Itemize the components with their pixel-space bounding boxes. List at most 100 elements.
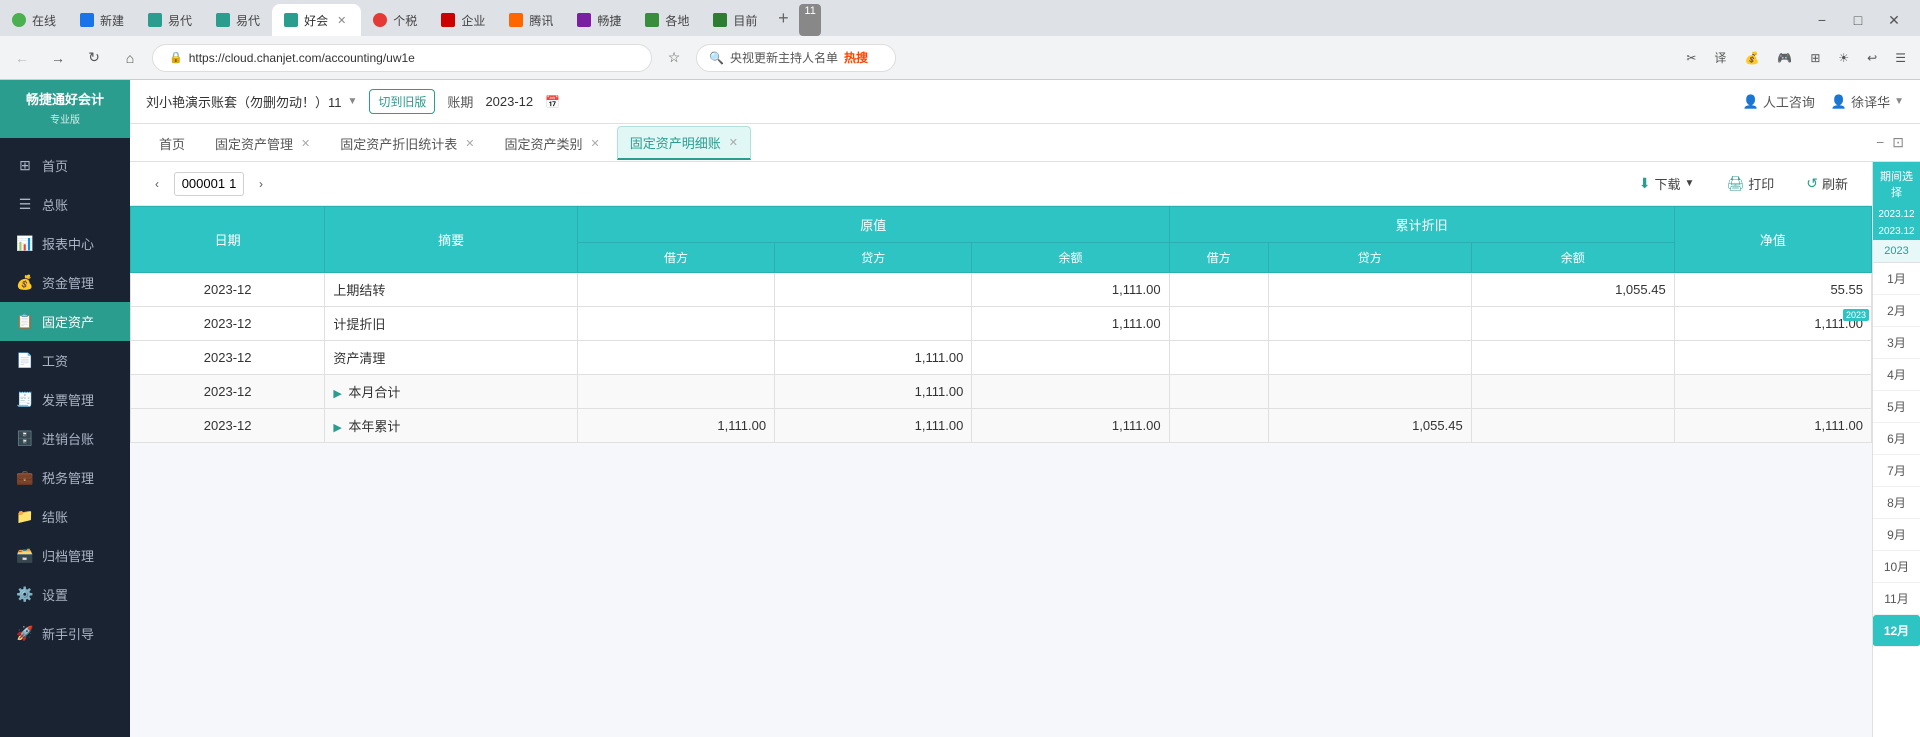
tab-close-icon[interactable]: ✕ bbox=[591, 137, 600, 150]
sidebar-item-ledger[interactable]: ☰ 总账 bbox=[0, 185, 130, 224]
period-month-12[interactable]: 12月 bbox=[1873, 615, 1920, 647]
brightness-toolbar-btn[interactable]: ☀ bbox=[1832, 49, 1855, 67]
bookmark-button[interactable]: ☆ bbox=[660, 44, 688, 72]
period-value: 2023-12 bbox=[485, 94, 533, 109]
user-button[interactable]: 👤 徐译华 ▼ bbox=[1831, 92, 1904, 111]
browser-tab-haokuai[interactable]: 好会 ✕ bbox=[272, 4, 361, 36]
period-month-4[interactable]: 4月 bbox=[1873, 359, 1920, 391]
sidebar-item-fixed-asset[interactable]: 📋 固定资产 bbox=[0, 302, 130, 341]
sidebar-item-label: 工资 bbox=[42, 351, 68, 370]
sidebar-logo: 畅捷通好会计 专业版 bbox=[0, 80, 130, 138]
browser-tab-qiye[interactable]: 企业 bbox=[429, 4, 497, 36]
tab-home[interactable]: 首页 bbox=[146, 127, 198, 159]
period-month-3[interactable]: 3月 bbox=[1873, 327, 1920, 359]
browser-tab-gedi[interactable]: 各地 bbox=[633, 4, 701, 36]
sidebar-item-label: 税务管理 bbox=[42, 468, 94, 487]
tab-fixed-asset-mgmt[interactable]: 固定资产管理 ✕ bbox=[202, 127, 323, 159]
window-maximize-button[interactable]: □ bbox=[1844, 6, 1872, 34]
browser-tab-zaixin[interactable]: 在线 bbox=[0, 4, 68, 36]
translate-toolbar-btn[interactable]: 译 bbox=[1708, 47, 1732, 68]
period-month-2[interactable]: 2月 bbox=[1873, 295, 1920, 327]
new-tab-button[interactable]: + bbox=[769, 4, 797, 32]
window-minimize-button[interactable]: − bbox=[1808, 6, 1836, 34]
wallet-toolbar-btn[interactable]: 💰 bbox=[1738, 49, 1765, 67]
toolbar-row: ‹ 000001 1 › ⬇ 下载 ▼ bbox=[130, 162, 1872, 206]
sidebar-item-checkout[interactable]: 📁 结账 bbox=[0, 497, 130, 536]
tab-count-badge: 11 bbox=[799, 4, 820, 36]
cell-date: 2023-12 bbox=[131, 409, 325, 443]
period-month-5[interactable]: 5月 bbox=[1873, 391, 1920, 423]
period-month-10[interactable]: 10月 bbox=[1873, 551, 1920, 583]
tab-close-icon[interactable]: ✕ bbox=[729, 136, 738, 149]
tab-close-button[interactable]: ✕ bbox=[334, 13, 349, 28]
search-box[interactable]: 🔍 央视更新主持人名单 热搜 bbox=[696, 44, 896, 72]
browser-tab-yidai1[interactable]: 易代 bbox=[136, 4, 204, 36]
forward-button[interactable]: → bbox=[44, 44, 72, 72]
home-button[interactable]: ⌂ bbox=[116, 44, 144, 72]
consultation-button[interactable]: 👤 人工咨询 bbox=[1743, 92, 1815, 111]
period-month-8[interactable]: 8月 bbox=[1873, 487, 1920, 519]
cell-orig-debit bbox=[577, 307, 774, 341]
table-row-summary-month: 2023-12 ▶ 本月合计 1,111.00 bbox=[131, 375, 1872, 409]
minimize-tab-icon[interactable]: − bbox=[1876, 134, 1884, 151]
sidebar-item-guide[interactable]: 🚀 新手引导 bbox=[0, 614, 130, 653]
col-summary: 摘要 bbox=[325, 207, 578, 273]
sidebar-item-inventory[interactable]: 🗄️ 进销台账 bbox=[0, 419, 130, 458]
switch-version-button[interactable]: 切到旧版 bbox=[369, 89, 435, 114]
cell-orig-balance: 1,111.00 bbox=[972, 273, 1169, 307]
prev-page-button[interactable]: ‹ bbox=[146, 173, 168, 195]
back-button[interactable]: ← bbox=[8, 44, 36, 72]
sidebar-item-tax[interactable]: 💼 税务管理 bbox=[0, 458, 130, 497]
tax-icon: 💼 bbox=[16, 469, 34, 486]
refresh-button[interactable]: ↺ 刷新 bbox=[1798, 170, 1856, 197]
period-month-1[interactable]: 1月 bbox=[1873, 263, 1920, 295]
tab-fixed-asset-depreciation[interactable]: 固定资产折旧统计表 ✕ bbox=[327, 127, 487, 159]
tab-fixed-asset-category[interactable]: 固定资产类别 ✕ bbox=[491, 127, 612, 159]
tab-close-icon[interactable]: ✕ bbox=[301, 137, 310, 150]
sidebar-item-fund[interactable]: 💰 资金管理 bbox=[0, 263, 130, 302]
browser-tab-changjie[interactable]: 畅捷 bbox=[565, 4, 633, 36]
browser-tab-yidai2[interactable]: 易代 bbox=[204, 4, 272, 36]
tab-fixed-asset-detail[interactable]: 固定资产明细账 ✕ bbox=[617, 126, 751, 160]
grid-toolbar-btn[interactable]: ⊞ bbox=[1804, 49, 1826, 67]
scissors-toolbar-btn[interactable]: ✂ bbox=[1680, 49, 1702, 67]
sidebar-item-archive[interactable]: 🗃️ 归档管理 bbox=[0, 536, 130, 575]
page-tabs: 首页 固定资产管理 ✕ 固定资产折旧统计表 ✕ 固定资产类别 ✕ 固定资产明细账… bbox=[130, 124, 1920, 162]
page-count: 1 bbox=[229, 176, 236, 191]
net-badge: 2023 bbox=[1843, 309, 1869, 321]
pagination-nav: ‹ 000001 1 › bbox=[146, 172, 272, 196]
archive-icon: 🗃️ bbox=[16, 547, 34, 564]
tab-close-icon[interactable]: ✕ bbox=[465, 137, 474, 150]
browser-tab-new[interactable]: 新建 bbox=[68, 4, 136, 36]
period-month-11[interactable]: 11月 bbox=[1873, 583, 1920, 615]
cell-accum-balance bbox=[1471, 341, 1674, 375]
sidebar-item-salary[interactable]: 📄 工资 bbox=[0, 341, 130, 380]
sidebar-item-report[interactable]: 📊 报表中心 bbox=[0, 224, 130, 263]
checkout-icon: 📁 bbox=[16, 508, 34, 525]
consultation-icon: 👤 bbox=[1743, 94, 1759, 110]
page-number-input[interactable]: 000001 1 bbox=[174, 172, 244, 196]
expand-tab-icon[interactable]: ⊡ bbox=[1892, 134, 1904, 151]
print-button[interactable]: 🖨 打印 bbox=[1718, 170, 1782, 197]
undo-toolbar-btn[interactable]: ↩ bbox=[1861, 49, 1883, 67]
sidebar-item-home[interactable]: ⊞ 首页 bbox=[0, 146, 130, 185]
sidebar-item-settings[interactable]: ⚙️ 设置 bbox=[0, 575, 130, 614]
address-input[interactable]: 🔒 https://cloud.chanjet.com/accounting/u… bbox=[152, 44, 652, 72]
period-month-7[interactable]: 7月 bbox=[1873, 455, 1920, 487]
gamepad-toolbar-btn[interactable]: 🎮 bbox=[1771, 49, 1798, 67]
period-month-9[interactable]: 9月 bbox=[1873, 519, 1920, 551]
calendar-icon[interactable]: 📅 bbox=[545, 95, 560, 109]
next-page-button[interactable]: › bbox=[250, 173, 272, 195]
cell-net-value: 1,111.00 bbox=[1674, 409, 1871, 443]
sidebar-item-invoice[interactable]: 🧾 发票管理 bbox=[0, 380, 130, 419]
period-month-6[interactable]: 6月 bbox=[1873, 423, 1920, 455]
window-close-button[interactable]: ✕ bbox=[1880, 6, 1908, 34]
account-dropdown-icon: ▼ bbox=[348, 96, 358, 107]
reload-button[interactable]: ↻ bbox=[80, 44, 108, 72]
account-selector[interactable]: 刘小艳演示账套（勿删勿动！）11 ▼ bbox=[146, 92, 357, 111]
menu-toolbar-btn[interactable]: ☰ bbox=[1889, 49, 1912, 67]
browser-tab-muqian[interactable]: 目前 bbox=[701, 4, 769, 36]
browser-tab-tencent[interactable]: 腾讯 bbox=[497, 4, 565, 36]
browser-tab-geshui[interactable]: 个税 bbox=[361, 4, 429, 36]
download-button[interactable]: ⬇ 下载 ▼ bbox=[1631, 170, 1703, 197]
